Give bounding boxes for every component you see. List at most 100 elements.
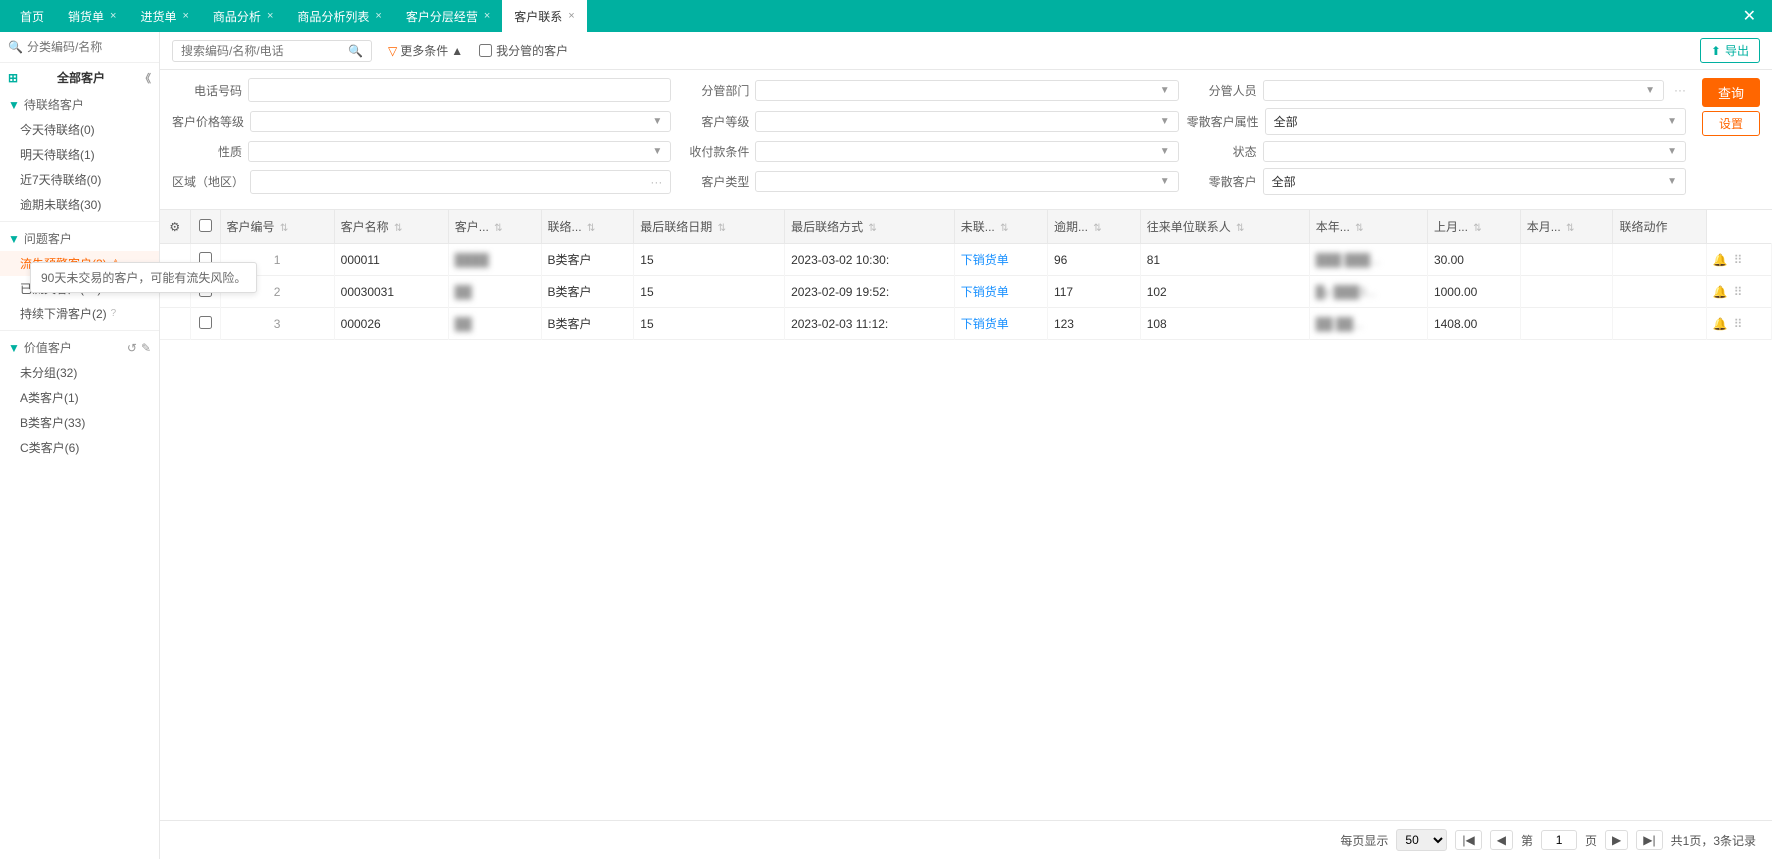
th-code[interactable]: 客户编号 ⇅ — [220, 210, 334, 244]
cell-nocontact-2: 123 — [1047, 308, 1140, 340]
close-customer-segment-icon[interactable]: × — [484, 10, 490, 22]
sidebar-item-today-pending[interactable]: 今天待联络(0) — [0, 117, 159, 142]
nav-customer-contact[interactable]: 客户联系 × — [502, 0, 586, 32]
row-checkbox-2[interactable] — [199, 316, 212, 329]
sidebar-search-input[interactable] — [27, 40, 160, 54]
filter-icon: ▽ — [388, 44, 397, 58]
th-settings[interactable]: ⚙ — [160, 210, 190, 244]
region-select[interactable]: ··· — [250, 170, 671, 194]
sidebar-item-c-class[interactable]: C类客户(6) — [0, 435, 159, 460]
sidebar-item-b-class[interactable]: B类客户(33) — [0, 410, 159, 435]
page-number-input[interactable] — [1541, 830, 1577, 850]
sidebar-item-declining[interactable]: 持续下滑客户(2) ? — [0, 301, 159, 326]
page-end-label: 页 — [1585, 832, 1597, 849]
status-select[interactable]: ▼ — [1263, 141, 1686, 162]
last-page-button[interactable]: ▶| — [1636, 830, 1662, 850]
sort-thisyear-icon: ⇅ — [1355, 223, 1363, 234]
region-label: 区域（地区） — [172, 173, 244, 190]
th-last-method[interactable]: 最后联络方式 ⇅ — [785, 210, 955, 244]
nav-product-analysis-list[interactable]: 商品分析列表 × — [285, 0, 393, 32]
edit-icon[interactable]: ✎ — [141, 341, 151, 355]
refresh-icon[interactable]: ↺ — [127, 341, 137, 355]
price-grade-select[interactable]: ▼ — [250, 111, 671, 132]
more-filters-button[interactable]: ▽ 更多条件 ▲ — [380, 39, 471, 62]
close-product-analysis-icon[interactable]: × — [267, 10, 273, 22]
filter-row-4: 区域（地区） ··· 客户类型 ▼ — [172, 168, 1686, 195]
th-contact[interactable]: 联络... ⇅ — [541, 210, 634, 244]
close-customer-contact-icon[interactable]: × — [568, 10, 574, 22]
sidebar-item-a-class[interactable]: A类客户(1) — [0, 385, 159, 410]
manager-more-icon[interactable]: ··· — [1674, 83, 1686, 97]
cell-type-2: B类客户 — [541, 308, 634, 340]
cell-code-0: 000011 — [334, 244, 448, 276]
th-no-contact[interactable]: 未联... ⇅ — [954, 210, 1047, 244]
contact-icon-1[interactable]: 🔔 — [1713, 285, 1728, 299]
sidebar-group-pending-contact[interactable]: ▼ 待联络客户 — [0, 92, 159, 117]
contact-icon-0[interactable]: 🔔 — [1713, 253, 1728, 267]
close-product-analysis-list-icon[interactable]: × — [375, 10, 381, 22]
sidebar-group-value-customers[interactable]: ▼ 价值客户 ↺ ✎ — [0, 335, 159, 360]
query-button[interactable]: 查询 — [1702, 78, 1760, 107]
cell-checkbox-2[interactable] — [190, 308, 220, 340]
nav-customer-segment[interactable]: 客户分层经营 × — [394, 0, 502, 32]
my-customers-checkbox-wrap[interactable]: 我分管的客户 — [479, 42, 568, 59]
cell-method-0[interactable]: 下销货单 — [954, 244, 1047, 276]
nature-select[interactable]: ▼ — [248, 141, 671, 162]
next-page-button[interactable]: ▶ — [1605, 830, 1628, 850]
nav-purchase-order[interactable]: 进货单 × — [128, 0, 200, 32]
sidebar-all-customers[interactable]: ⊞ 全部客户 《 — [0, 63, 159, 92]
th-contact-person[interactable]: 往来单位联系人 ⇅ — [1140, 210, 1309, 244]
nav-product-analysis[interactable]: 商品分析 × — [201, 0, 285, 32]
contact-icon-2[interactable]: 🔔 — [1713, 317, 1728, 331]
th-last-month[interactable]: 上月... ⇅ — [1427, 210, 1520, 244]
sort-type-icon: ⇅ — [494, 223, 502, 234]
arrow-down-icon: ▼ — [8, 98, 20, 112]
window-close-button[interactable]: ✕ — [1735, 6, 1764, 26]
sidebar-item-tomorrow-pending[interactable]: 明天待联络(1) — [0, 142, 159, 167]
sidebar-group-problem-customers[interactable]: ▼ 问题客户 — [0, 226, 159, 251]
cell-action-1[interactable]: 🔔 ⠿ — [1706, 276, 1771, 308]
export-button[interactable]: ⬆ 导出 — [1700, 38, 1760, 63]
cell-method-2[interactable]: 下销货单 — [954, 308, 1047, 340]
scatter-attr-select[interactable]: 全部 ▼ — [1265, 108, 1686, 135]
cell-method-1[interactable]: 下销货单 — [954, 276, 1047, 308]
nav-sales-order[interactable]: 销货单 × — [56, 0, 128, 32]
th-last-date[interactable]: 最后联络日期 ⇅ — [634, 210, 785, 244]
per-page-select[interactable]: 50 100 200 — [1396, 829, 1447, 851]
phone-input[interactable] — [248, 78, 671, 102]
price-grade-label: 客户价格等级 — [172, 113, 244, 130]
close-purchase-order-icon[interactable]: × — [182, 10, 188, 22]
cell-num-2: 3 — [220, 308, 334, 340]
prev-page-button[interactable]: ◀ — [1490, 830, 1513, 850]
cell-overdue-2: 108 — [1140, 308, 1309, 340]
customer-grade-select[interactable]: ▼ — [755, 111, 1178, 132]
th-this-year[interactable]: 本年... ⇅ — [1309, 210, 1427, 244]
more-action-icon-0[interactable]: ⠿ — [1734, 253, 1743, 267]
search-input[interactable] — [181, 44, 348, 58]
th-overdue[interactable]: 逾期... ⇅ — [1047, 210, 1140, 244]
region-more-icon[interactable]: ··· — [650, 175, 662, 189]
first-page-button[interactable]: |◀ — [1455, 830, 1481, 850]
cell-action-2[interactable]: 🔔 ⠿ — [1706, 308, 1771, 340]
my-customers-checkbox[interactable] — [479, 44, 492, 57]
sidebar-item-overdue-contact[interactable]: 逾期未联络(30) — [0, 192, 159, 217]
more-action-icon-1[interactable]: ⠿ — [1734, 285, 1743, 299]
select-all-checkbox[interactable] — [199, 219, 212, 232]
sidebar-item-7day-pending[interactable]: 近7天待联络(0) — [0, 167, 159, 192]
payment-select[interactable]: ▼ — [755, 141, 1178, 162]
th-checkbox[interactable] — [190, 210, 220, 244]
customer-type-select[interactable]: ▼ — [755, 171, 1178, 192]
th-name[interactable]: 客户名称 ⇅ — [334, 210, 448, 244]
th-type[interactable]: 客户... ⇅ — [448, 210, 541, 244]
search-submit-icon[interactable]: 🔍 — [348, 44, 363, 58]
sidebar-item-ungrouped[interactable]: 未分组(32) — [0, 360, 159, 385]
nav-home[interactable]: 首页 — [8, 0, 56, 32]
settings-button[interactable]: 设置 — [1702, 111, 1760, 136]
cell-action-0[interactable]: 🔔 ⠿ — [1706, 244, 1771, 276]
more-action-icon-2[interactable]: ⠿ — [1734, 317, 1743, 331]
th-this-month[interactable]: 本月... ⇅ — [1520, 210, 1613, 244]
scatter-customer-select[interactable]: 全部 ▼ — [1263, 168, 1686, 195]
department-select[interactable]: ▼ — [755, 80, 1178, 101]
close-sales-order-icon[interactable]: × — [110, 10, 116, 22]
manager-select[interactable]: ▼ — [1263, 80, 1664, 101]
